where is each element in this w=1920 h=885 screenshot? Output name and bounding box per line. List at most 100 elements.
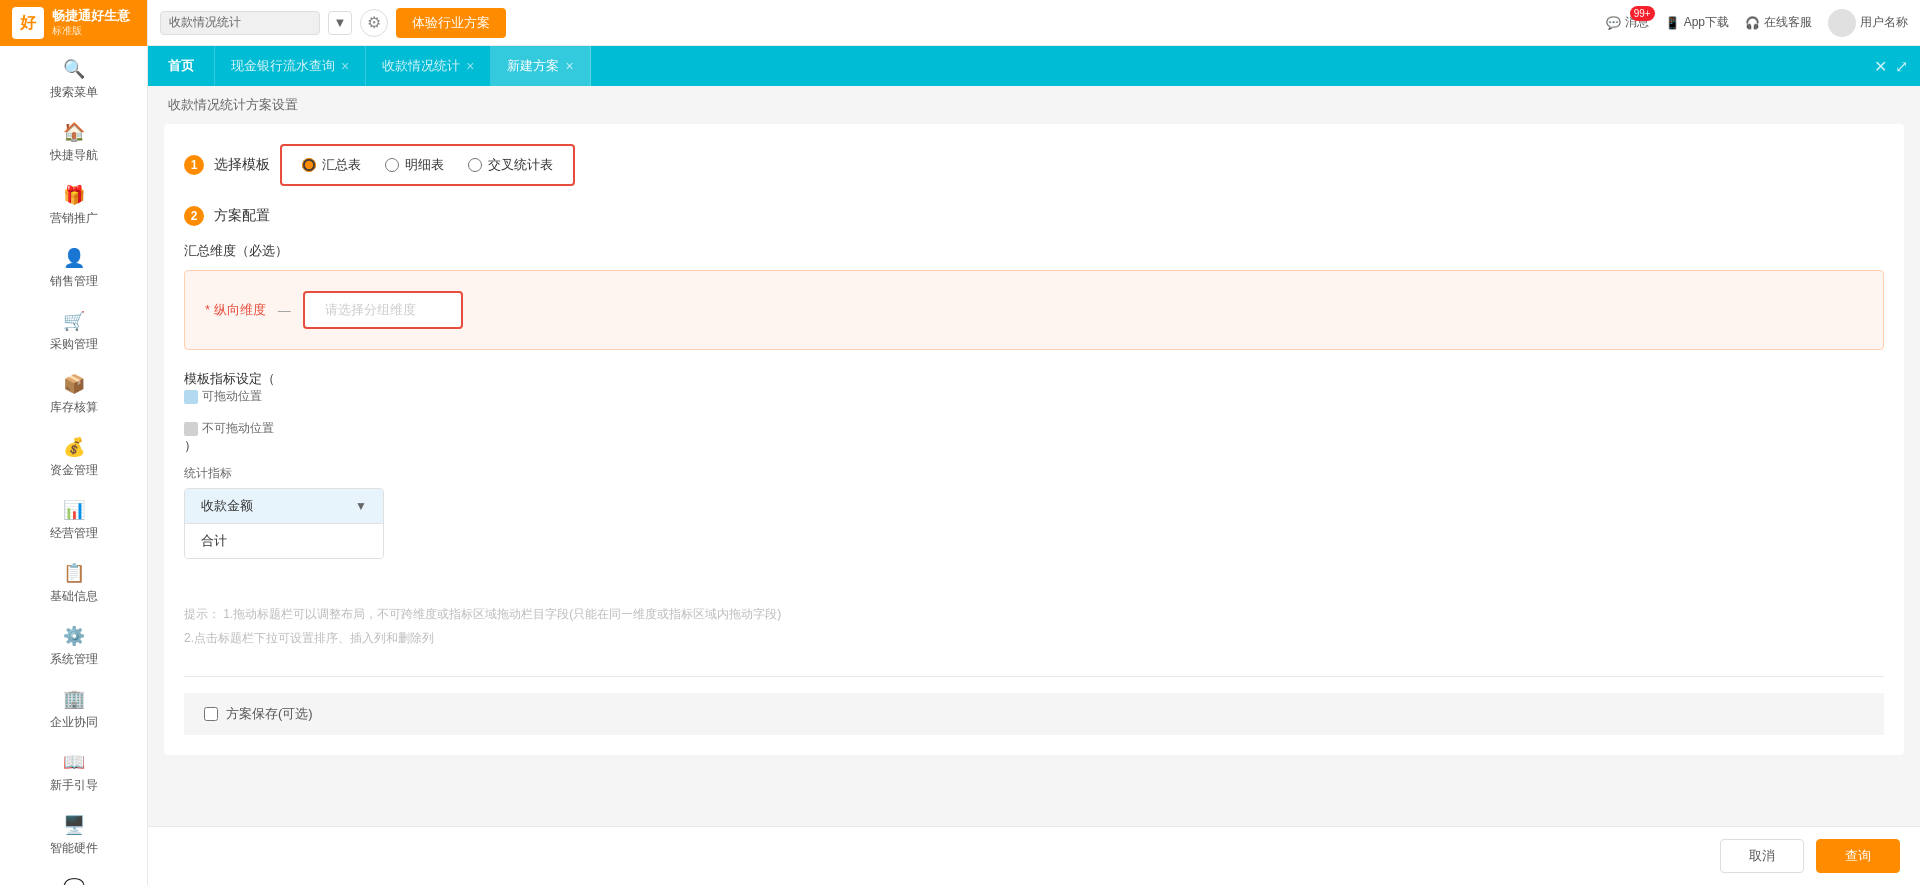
online-service-item[interactable]: 🎧 在线客服 — [1745, 14, 1812, 31]
dropdown-btn[interactable]: ▼ — [328, 11, 352, 35]
metrics-table-wrapper: 统计指标 收款金额 ▼ 合计 — [184, 465, 1884, 562]
metrics-header-label: 收款金额 — [201, 497, 253, 515]
radio-cross-input[interactable] — [468, 158, 482, 172]
sidebar-item-finance[interactable]: 💰 资金管理 — [0, 424, 147, 487]
notification-icon: 💬 — [1606, 16, 1621, 30]
section2-header-row: 2 方案配置 — [184, 206, 1884, 226]
non-draggable-dot — [184, 422, 198, 436]
sidebar-item-marketing[interactable]: 🎁 营销推广 — [0, 172, 147, 235]
section2-number: 2 — [184, 206, 204, 226]
online-service-label: 在线客服 — [1764, 14, 1812, 31]
sidebar-item-label: 企业协同 — [50, 714, 98, 731]
search-menu-icon: 🔍 — [63, 58, 85, 80]
radio-summary[interactable]: 汇总表 — [302, 156, 361, 174]
tab-receipt-stats-close[interactable]: × — [466, 59, 474, 73]
tip-line2: 2.点击标题栏下拉可设置排序、插入列和删除列 — [184, 626, 1884, 650]
radio-detail-input[interactable] — [385, 158, 399, 172]
app-download-label: App下载 — [1684, 14, 1729, 31]
radio-summary-input[interactable] — [302, 158, 316, 172]
tab-new-plan-label: 新建方案 — [507, 57, 559, 75]
sidebar-item-basic-info[interactable]: 📋 基础信息 — [0, 550, 147, 613]
section2-block: 2 方案配置 汇总维度（必选） * 纵向维度 — 请选择分组维度 — [184, 206, 1884, 660]
sidebar-item-label: 智能硬件 — [50, 840, 98, 857]
purchase-icon: 🛒 — [63, 310, 85, 332]
user-name: 用户名称 — [1860, 14, 1908, 31]
radio-cross-label: 交叉统计表 — [488, 156, 553, 174]
content-breadcrumb: 收款情况统计方案设置 — [148, 86, 1920, 124]
logo-badge: 标准版 — [52, 24, 130, 38]
tab-bank-flow-close[interactable]: × — [341, 59, 349, 73]
sidebar-item-label: 资金管理 — [50, 462, 98, 479]
sidebar-item-inventory[interactable]: 📦 库存核算 — [0, 361, 147, 424]
section1-number: 1 — [184, 155, 204, 175]
sidebar-item-system[interactable]: ⚙️ 系统管理 — [0, 613, 147, 676]
sidebar-item-enterprise[interactable]: 🏢 企业协同 — [0, 676, 147, 739]
top-header: ▼ ⚙ 体验行业方案 💬 消息 99+ 📱 App下载 🎧 在线客服 用户名称 — [148, 0, 1920, 46]
metrics-dropdown-icon[interactable]: ▼ — [355, 499, 367, 513]
sidebar-item-sales[interactable]: 👤 销售管理 — [0, 235, 147, 298]
metrics-config-title: 模板指标设定（ 可拖动位置 不可拖动位置 ） — [184, 370, 275, 455]
radio-detail[interactable]: 明细表 — [385, 156, 444, 174]
metrics-table: 收款金额 ▼ 合计 — [184, 488, 384, 559]
sidebar-item-label: 新手引导 — [50, 777, 98, 794]
save-checkbox[interactable] — [204, 707, 218, 721]
metrics-section: 模板指标设定（ 可拖动位置 不可拖动位置 ） — [184, 370, 1884, 660]
radio-cross[interactable]: 交叉统计表 — [468, 156, 553, 174]
content-area: 收款情况统计方案设置 1 选择模板 汇总表 明细表 — [148, 86, 1920, 826]
sidebar-item-quick-nav[interactable]: 🏠 快捷导航 — [0, 109, 147, 172]
save-label: 方案保存(可选) — [226, 705, 313, 723]
app-download-item[interactable]: 📱 App下载 — [1665, 14, 1729, 31]
cancel-button[interactable]: 取消 — [1720, 839, 1804, 873]
system-icon: ⚙️ — [63, 625, 85, 647]
radio-detail-label: 明细表 — [405, 156, 444, 174]
dimension-config-box: * 纵向维度 — 请选择分组维度 — [184, 270, 1884, 350]
sidebar-item-search-menu[interactable]: 🔍 搜索菜单 — [0, 46, 147, 109]
tab-home[interactable]: 首页 — [148, 46, 215, 86]
non-draggable-legend: 不可拖动位置 — [184, 420, 275, 437]
sidebar-item-guide[interactable]: 📖 新手引导 — [0, 739, 147, 802]
notification-badge: 99+ — [1630, 6, 1655, 21]
draggable-legend: 可拖动位置 — [184, 388, 275, 405]
dimension-area: 汇总维度（必选） * 纵向维度 — 请选择分组维度 — [184, 242, 1884, 350]
sidebar-item-label: 搜索菜单 — [50, 84, 98, 101]
stats-label: 统计指标 — [184, 465, 1884, 482]
tab-new-plan[interactable]: 新建方案 × — [491, 46, 590, 86]
tab-bank-flow-label: 现金银行流水查询 — [231, 57, 335, 75]
vertical-dimension-label: * 纵向维度 — [205, 301, 266, 319]
breadcrumb-input[interactable] — [160, 11, 320, 35]
gear-icon[interactable]: ⚙ — [360, 9, 388, 37]
tip-line1: 提示： 1.拖动标题栏可以调整布局，不可跨维度或指标区域拖动栏目字段(只能在同一… — [184, 602, 1884, 626]
radio-summary-label: 汇总表 — [322, 156, 361, 174]
tab-new-plan-close[interactable]: × — [565, 59, 573, 73]
basic-info-icon: 📋 — [63, 562, 85, 584]
dimension-title: 汇总维度（必选） — [184, 242, 1884, 260]
sidebar-item-purchase[interactable]: 🛒 采购管理 — [0, 298, 147, 361]
sidebar-item-label: 系统管理 — [50, 651, 98, 668]
confirm-button[interactable]: 查询 — [1816, 839, 1900, 873]
metrics-table-header[interactable]: 收款金额 ▼ — [185, 489, 383, 524]
logo-icon: 好 — [12, 7, 44, 39]
header-left: ▼ ⚙ 体验行业方案 — [160, 8, 506, 38]
sidebar-item-operations[interactable]: 📊 经营管理 — [0, 487, 147, 550]
header-right: 💬 消息 99+ 📱 App下载 🎧 在线客服 用户名称 — [1606, 9, 1908, 37]
sidebar-item-hardware[interactable]: 🖥️ 智能硬件 — [0, 802, 147, 865]
sidebar: 好 畅捷通好生意 标准版 🔍 搜索菜单 🏠 快捷导航 🎁 营销推广 👤 销售管理… — [0, 0, 148, 885]
service-icon: 🎧 — [1745, 16, 1760, 30]
wechat-icon: 💬 — [63, 877, 85, 885]
tab-maximize-icon[interactable]: ⤢ — [1895, 57, 1908, 76]
sidebar-nav: 🔍 搜索菜单 🏠 快捷导航 🎁 营销推广 👤 销售管理 🛒 采购管理 📦 库存核… — [0, 46, 147, 885]
dimension-select[interactable]: 请选择分组维度 — [303, 291, 463, 329]
tab-bank-flow[interactable]: 现金银行流水查询 × — [215, 46, 366, 86]
sidebar-item-label: 快捷导航 — [50, 147, 98, 164]
sidebar-item-wechat[interactable]: 💬 企业微信 — [0, 865, 147, 885]
tab-close-all-icon[interactable]: ✕ — [1874, 57, 1887, 76]
operations-icon: 📊 — [63, 499, 85, 521]
marketing-icon: 🎁 — [63, 184, 85, 206]
draggable-label: 可拖动位置 — [202, 388, 262, 405]
trial-button[interactable]: 体验行业方案 — [396, 8, 506, 38]
notification-item[interactable]: 💬 消息 99+ — [1606, 14, 1649, 31]
user-item[interactable]: 用户名称 — [1828, 9, 1908, 37]
tab-receipt-stats[interactable]: 收款情况统计 × — [366, 46, 491, 86]
tips-section: 提示： 1.拖动标题栏可以调整布局，不可跨维度或指标区域拖动栏目字段(只能在同一… — [184, 592, 1884, 660]
enterprise-icon: 🏢 — [63, 688, 85, 710]
